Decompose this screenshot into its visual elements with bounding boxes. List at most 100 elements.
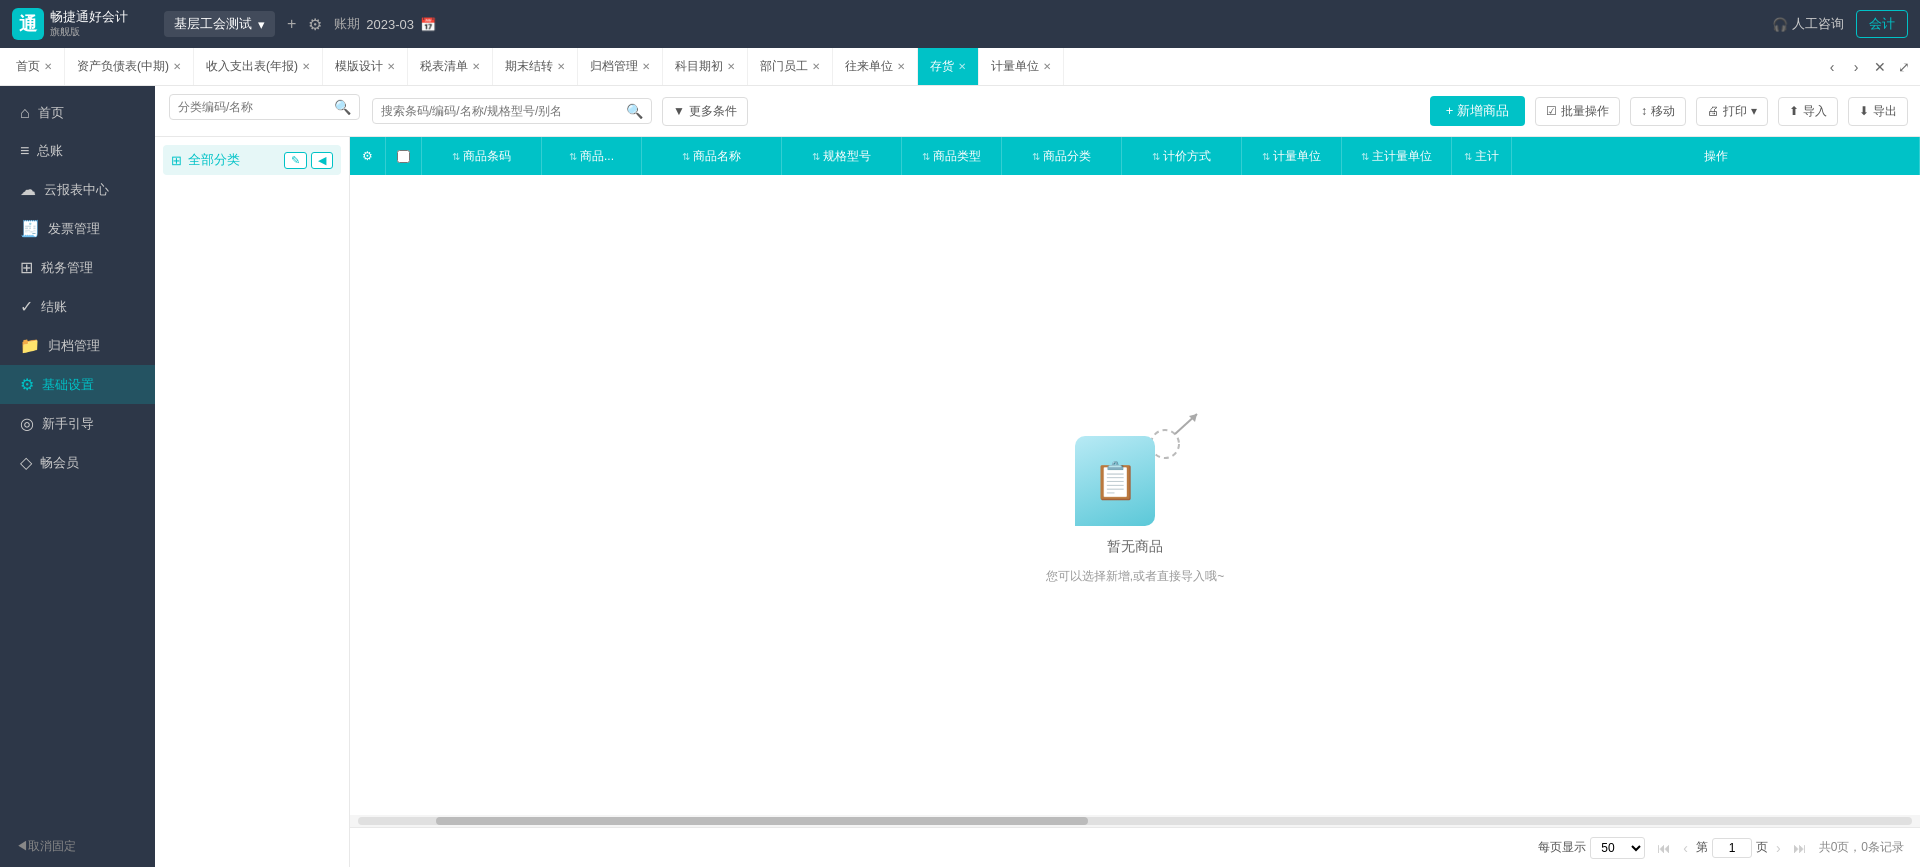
- th-name-label: 商品名称: [693, 148, 741, 165]
- cancel-pin-label: ◀取消固定: [16, 838, 76, 855]
- first-page-btn[interactable]: ⏮: [1653, 838, 1675, 858]
- th-barcode[interactable]: ⇅ 商品条码: [422, 137, 542, 175]
- add-tab-icon[interactable]: +: [287, 15, 296, 33]
- th-checkbox[interactable]: [386, 137, 422, 175]
- tab-close-icon[interactable]: ✕: [727, 61, 735, 72]
- tab-close-icon[interactable]: ✕: [472, 61, 480, 72]
- batch-ops-label: 批量操作: [1561, 103, 1609, 120]
- ai-consult-btn[interactable]: 🎧 人工咨询: [1772, 15, 1844, 33]
- category-collapse-btn[interactable]: ◀: [311, 152, 333, 169]
- sidebar-item-发票管理[interactable]: 🧾发票管理: [0, 209, 155, 248]
- tab-item-9[interactable]: 往来单位✕: [833, 48, 918, 86]
- last-page-btn[interactable]: ⏭: [1789, 838, 1811, 858]
- th-price[interactable]: ⇅ 计价方式: [1122, 137, 1242, 175]
- print-btn[interactable]: 🖨 打印 ▾: [1696, 97, 1768, 126]
- select-all-checkbox[interactable]: [397, 150, 410, 163]
- tab-item-7[interactable]: 科目期初✕: [663, 48, 748, 86]
- tab-close-all-btn[interactable]: ✕: [1868, 48, 1892, 86]
- tab-close-icon[interactable]: ✕: [1043, 61, 1051, 72]
- tab-item-4[interactable]: 税表清单✕: [408, 48, 493, 86]
- tab-item-0[interactable]: 首页✕: [4, 48, 65, 86]
- company-selector[interactable]: 基层工会测试 ▾: [164, 11, 275, 37]
- tab-close-icon[interactable]: ✕: [387, 61, 395, 72]
- sidebar-item-基础设置[interactable]: ⚙基础设置: [0, 365, 155, 404]
- th-extra[interactable]: ⇅ 主计: [1452, 137, 1512, 175]
- category-all-item[interactable]: ⊞ 全部分类 ✎ ◀: [163, 145, 341, 175]
- sidebar-item-结账[interactable]: ✓结账: [0, 287, 155, 326]
- th-cat[interactable]: ⇅ 商品分类: [1002, 137, 1122, 175]
- tab-item-11[interactable]: 计量单位 ✕: [979, 48, 1064, 86]
- th-code[interactable]: ⇅ 商品...: [542, 137, 642, 175]
- content-area: 🔍 🔍 ▼ 更多条件 + 新增商品 ☑ 批量操作 ↕ 移动: [155, 86, 1920, 867]
- sidebar-item-畅会员[interactable]: ◇畅会员: [0, 443, 155, 482]
- page-unit: 页: [1756, 839, 1768, 856]
- th-name[interactable]: ⇅ 商品名称: [642, 137, 782, 175]
- tab-item-6[interactable]: 归档管理✕: [578, 48, 663, 86]
- tab-item-3[interactable]: 模版设计✕: [323, 48, 408, 86]
- settings-col-icon: ⚙: [362, 149, 373, 163]
- page-size-dropdown[interactable]: 50 10 20 100: [1590, 837, 1645, 859]
- sidebar-item-归档管理[interactable]: 📁归档管理: [0, 326, 155, 365]
- th-type[interactable]: ⇅ 商品类型: [902, 137, 1002, 175]
- category-search-input[interactable]: [178, 100, 328, 114]
- import-btn[interactable]: ⬆ 导入: [1778, 97, 1838, 126]
- th-settings[interactable]: ⚙: [350, 137, 386, 175]
- tab-close-icon[interactable]: ✕: [897, 61, 905, 72]
- calendar-icon[interactable]: 📅: [420, 17, 436, 32]
- th-type-label: 商品类型: [933, 148, 981, 165]
- tab-item-2[interactable]: 收入支出表(年报)✕: [194, 48, 323, 86]
- more-filter-btn[interactable]: ▼ 更多条件: [662, 97, 748, 126]
- tab-prev-btn[interactable]: ‹: [1820, 48, 1844, 86]
- tab-close-icon[interactable]: ✕: [302, 61, 310, 72]
- th-name-sort: ⇅: [682, 151, 690, 162]
- sidebar-item-新手引导[interactable]: ◎新手引导: [0, 404, 155, 443]
- product-search-input[interactable]: [381, 104, 620, 118]
- tab-item-1[interactable]: 资产负债表(中期)✕: [65, 48, 194, 86]
- tab-close-icon[interactable]: ✕: [812, 61, 820, 72]
- tab-expand-btn[interactable]: ⤢: [1892, 48, 1916, 86]
- th-type-sort: ⇅: [922, 151, 930, 162]
- horizontal-scrollbar[interactable]: [350, 815, 1920, 827]
- tab-close-icon[interactable]: ✕: [557, 61, 565, 72]
- th-price-sort: ⇅: [1152, 151, 1160, 162]
- tab-close-icon[interactable]: ✕: [958, 61, 966, 72]
- sidebar-icon-9: ◇: [20, 453, 32, 472]
- tab-label: 计量单位: [991, 58, 1039, 75]
- add-product-btn[interactable]: + 新增商品: [1430, 96, 1525, 126]
- sidebar-item-首页[interactable]: ⌂首页: [0, 94, 155, 132]
- sidebar-label-8: 新手引导: [42, 415, 94, 433]
- sidebar-item-税务管理[interactable]: ⊞税务管理: [0, 248, 155, 287]
- next-page-btn[interactable]: ›: [1772, 838, 1785, 858]
- sidebar-label-3: 发票管理: [48, 220, 100, 238]
- tab-item-8[interactable]: 部门员工✕: [748, 48, 833, 86]
- prev-page-btn[interactable]: ‹: [1679, 838, 1692, 858]
- empty-title: 暂无商品: [1107, 538, 1163, 556]
- export-btn[interactable]: ⬇ 导出: [1848, 97, 1908, 126]
- tab-next-btn[interactable]: ›: [1844, 48, 1868, 86]
- pagination-bar: 每页显示 50 10 20 100 ⏮ ‹ 第 页: [350, 827, 1920, 867]
- tab-close-icon[interactable]: ✕: [642, 61, 650, 72]
- th-spec[interactable]: ⇅ 规格型号: [782, 137, 902, 175]
- batch-ops-btn[interactable]: ☑ 批量操作: [1535, 97, 1620, 126]
- sidebar-item-云报表中心[interactable]: ☁云报表中心: [0, 170, 155, 209]
- sidebar-cancel-pin[interactable]: ◀取消固定: [0, 826, 155, 867]
- page-number-input[interactable]: [1712, 838, 1752, 858]
- tab-close-icon[interactable]: ✕: [173, 61, 181, 72]
- kuaiji-button[interactable]: 会计: [1856, 10, 1908, 38]
- move-btn[interactable]: ↕ 移动: [1630, 97, 1686, 126]
- tab-item-10[interactable]: 存货✕: [918, 48, 979, 86]
- category-search-icon[interactable]: 🔍: [334, 99, 351, 115]
- settings-icon[interactable]: ⚙: [308, 15, 322, 34]
- product-search-box: 🔍: [372, 98, 652, 124]
- scrollbar-thumb[interactable]: [436, 817, 1089, 825]
- tab-item-5[interactable]: 期末结转✕: [493, 48, 578, 86]
- logo-text-block: 畅捷通好会计 旗舰版: [50, 9, 128, 39]
- sidebar-item-总账[interactable]: ≡总账: [0, 132, 155, 170]
- th-unit[interactable]: ⇅ 计量单位: [1242, 137, 1342, 175]
- scrollbar-track: [358, 817, 1912, 825]
- category-edit-btn[interactable]: ✎: [284, 152, 307, 169]
- th-main-unit[interactable]: ⇅ 主计量单位: [1342, 137, 1452, 175]
- page-text: 第: [1696, 839, 1708, 856]
- tab-close-icon[interactable]: ✕: [44, 61, 52, 72]
- product-search-icon[interactable]: 🔍: [626, 103, 643, 119]
